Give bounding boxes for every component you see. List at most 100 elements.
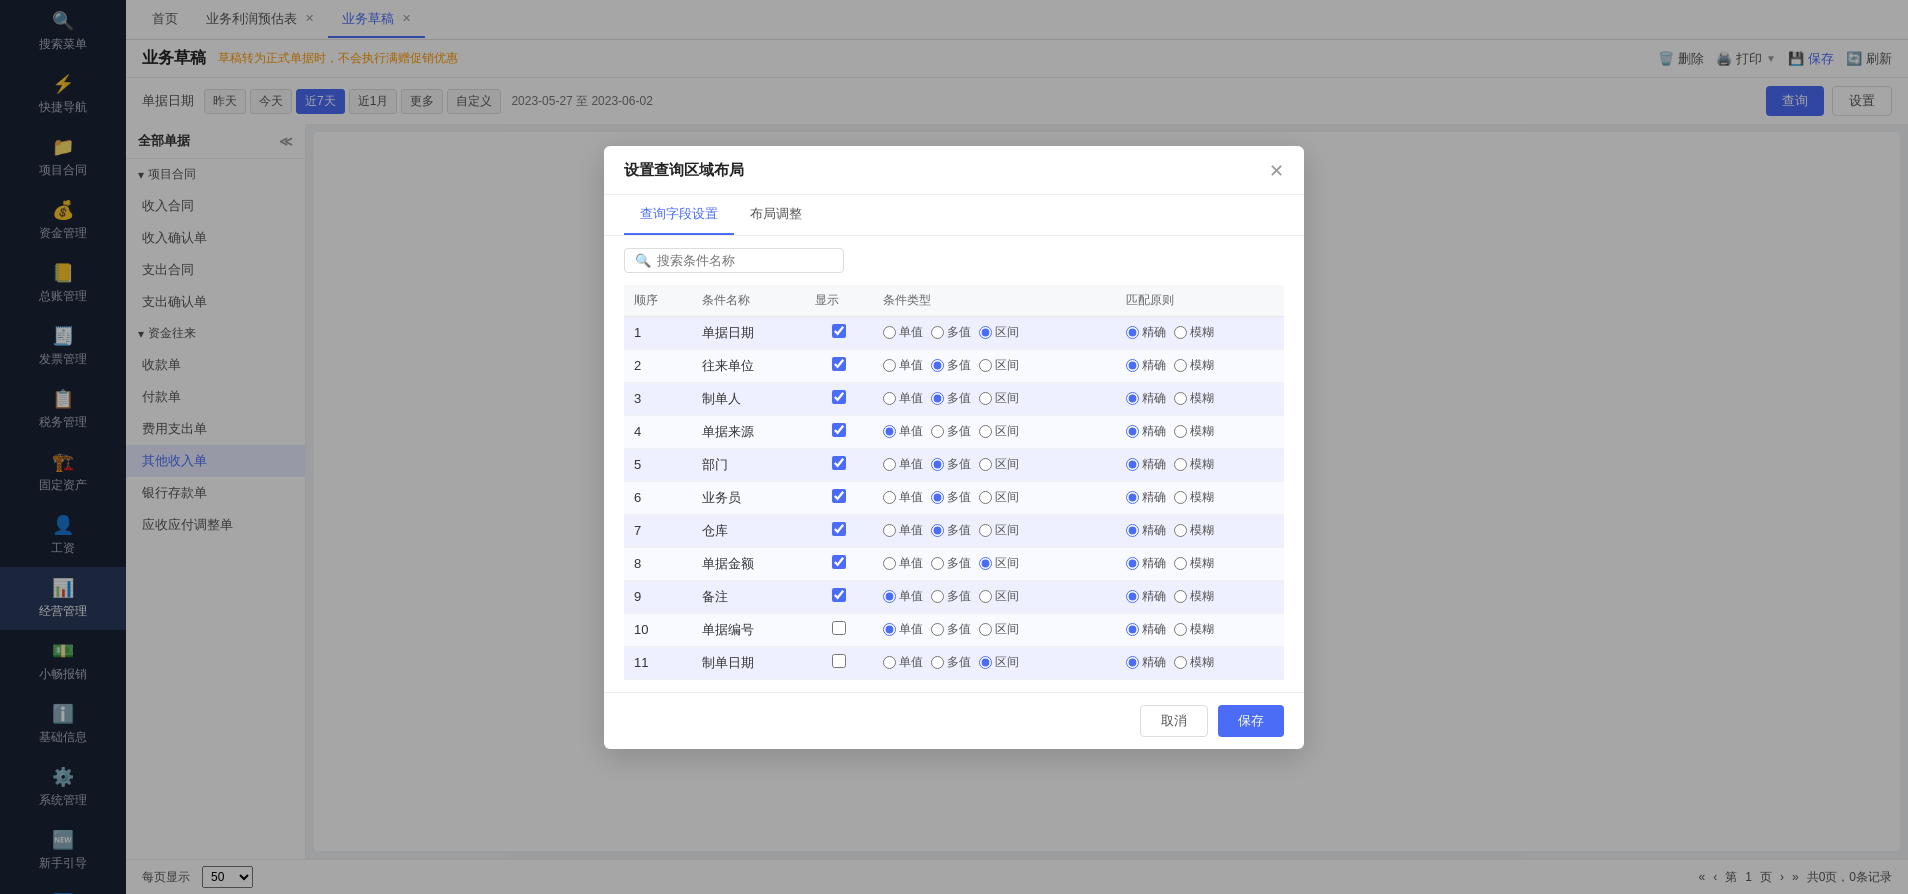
type-option-多值[interactable]: 多值	[931, 390, 971, 407]
display-checkbox[interactable]	[832, 423, 846, 437]
row-match: 精确模糊	[1116, 481, 1284, 514]
dialog-body: 🔍 顺序 条件名称 显示 条件类型 匹配原则 1单据日期单值多值区间精确模糊2往…	[604, 236, 1304, 692]
dialog-tabs: 查询字段设置 布局调整	[604, 195, 1304, 236]
table-row: 7仓库单值多值区间精确模糊	[624, 514, 1284, 547]
match-option-精确[interactable]: 精确	[1126, 357, 1166, 374]
type-option-多值[interactable]: 多值	[931, 489, 971, 506]
match-option-精确[interactable]: 精确	[1126, 588, 1166, 605]
tab-layout-adjust[interactable]: 布局调整	[734, 195, 818, 235]
display-checkbox[interactable]	[832, 324, 846, 338]
type-option-区间[interactable]: 区间	[979, 324, 1019, 341]
table-row: 9备注单值多值区间精确模糊	[624, 580, 1284, 613]
type-option-区间[interactable]: 区间	[979, 423, 1019, 440]
row-type: 单值多值区间	[873, 316, 1116, 349]
type-option-区间[interactable]: 区间	[979, 522, 1019, 539]
row-order: 10	[624, 613, 692, 646]
row-display	[805, 349, 873, 382]
match-option-模糊[interactable]: 模糊	[1174, 423, 1214, 440]
match-option-模糊[interactable]: 模糊	[1174, 456, 1214, 473]
match-option-精确[interactable]: 精确	[1126, 456, 1166, 473]
match-option-模糊[interactable]: 模糊	[1174, 588, 1214, 605]
type-option-区间[interactable]: 区间	[979, 456, 1019, 473]
type-option-多值[interactable]: 多值	[931, 555, 971, 572]
type-option-区间[interactable]: 区间	[979, 390, 1019, 407]
display-checkbox[interactable]	[832, 522, 846, 536]
type-option-单值[interactable]: 单值	[883, 522, 923, 539]
col-order: 顺序	[624, 285, 692, 317]
row-order: 3	[624, 382, 692, 415]
col-name: 条件名称	[692, 285, 804, 317]
match-option-精确[interactable]: 精确	[1126, 654, 1166, 671]
display-checkbox[interactable]	[832, 588, 846, 602]
row-type: 单值多值区间	[873, 580, 1116, 613]
match-option-精确[interactable]: 精确	[1126, 489, 1166, 506]
save-button[interactable]: 保存	[1218, 705, 1284, 737]
type-option-单值[interactable]: 单值	[883, 324, 923, 341]
match-option-精确[interactable]: 精确	[1126, 423, 1166, 440]
type-option-区间[interactable]: 区间	[979, 357, 1019, 374]
row-display	[805, 382, 873, 415]
type-option-单值[interactable]: 单值	[883, 357, 923, 374]
type-option-区间[interactable]: 区间	[979, 489, 1019, 506]
match-option-模糊[interactable]: 模糊	[1174, 621, 1214, 638]
type-option-区间[interactable]: 区间	[979, 621, 1019, 638]
display-checkbox[interactable]	[832, 390, 846, 404]
type-option-多值[interactable]: 多值	[931, 588, 971, 605]
row-match: 精确模糊	[1116, 514, 1284, 547]
display-checkbox[interactable]	[832, 555, 846, 569]
type-option-区间[interactable]: 区间	[979, 654, 1019, 671]
display-checkbox[interactable]	[832, 489, 846, 503]
type-option-单值[interactable]: 单值	[883, 621, 923, 638]
type-option-多值[interactable]: 多值	[931, 456, 971, 473]
match-option-精确[interactable]: 精确	[1126, 324, 1166, 341]
row-type: 单值多值区间	[873, 547, 1116, 580]
row-match: 精确模糊	[1116, 580, 1284, 613]
row-match: 精确模糊	[1116, 415, 1284, 448]
match-option-模糊[interactable]: 模糊	[1174, 390, 1214, 407]
col-type: 条件类型	[873, 285, 1116, 317]
match-option-精确[interactable]: 精确	[1126, 522, 1166, 539]
row-match: 精确模糊	[1116, 349, 1284, 382]
type-option-单值[interactable]: 单值	[883, 489, 923, 506]
type-option-单值[interactable]: 单值	[883, 654, 923, 671]
type-option-单值[interactable]: 单值	[883, 588, 923, 605]
match-option-模糊[interactable]: 模糊	[1174, 555, 1214, 572]
type-option-多值[interactable]: 多值	[931, 324, 971, 341]
type-option-单值[interactable]: 单值	[883, 423, 923, 440]
match-option-精确[interactable]: 精确	[1126, 390, 1166, 407]
match-option-模糊[interactable]: 模糊	[1174, 522, 1214, 539]
row-match: 精确模糊	[1116, 646, 1284, 679]
display-checkbox[interactable]	[832, 357, 846, 371]
match-option-精确[interactable]: 精确	[1126, 555, 1166, 572]
type-option-区间[interactable]: 区间	[979, 588, 1019, 605]
display-checkbox[interactable]	[832, 621, 846, 635]
tab-query-fields[interactable]: 查询字段设置	[624, 195, 734, 235]
dialog-close-button[interactable]: ✕	[1269, 160, 1284, 194]
type-option-多值[interactable]: 多值	[931, 357, 971, 374]
type-option-多值[interactable]: 多值	[931, 522, 971, 539]
row-name: 仓库	[692, 514, 804, 547]
row-display	[805, 448, 873, 481]
display-checkbox[interactable]	[832, 456, 846, 470]
type-option-区间[interactable]: 区间	[979, 555, 1019, 572]
match-option-模糊[interactable]: 模糊	[1174, 357, 1214, 374]
row-match: 精确模糊	[1116, 547, 1284, 580]
type-option-单值[interactable]: 单值	[883, 390, 923, 407]
match-option-模糊[interactable]: 模糊	[1174, 324, 1214, 341]
type-option-单值[interactable]: 单值	[883, 456, 923, 473]
row-display	[805, 580, 873, 613]
match-option-模糊[interactable]: 模糊	[1174, 489, 1214, 506]
row-type: 单值多值区间	[873, 415, 1116, 448]
type-option-单值[interactable]: 单值	[883, 555, 923, 572]
dialog-header: 设置查询区域布局 ✕	[604, 146, 1304, 195]
type-option-多值[interactable]: 多值	[931, 654, 971, 671]
match-option-模糊[interactable]: 模糊	[1174, 654, 1214, 671]
display-checkbox[interactable]	[832, 654, 846, 668]
row-display	[805, 514, 873, 547]
search-input[interactable]	[657, 253, 833, 268]
match-option-精确[interactable]: 精确	[1126, 621, 1166, 638]
type-option-多值[interactable]: 多值	[931, 621, 971, 638]
row-display	[805, 547, 873, 580]
type-option-多值[interactable]: 多值	[931, 423, 971, 440]
cancel-button[interactable]: 取消	[1140, 705, 1208, 737]
